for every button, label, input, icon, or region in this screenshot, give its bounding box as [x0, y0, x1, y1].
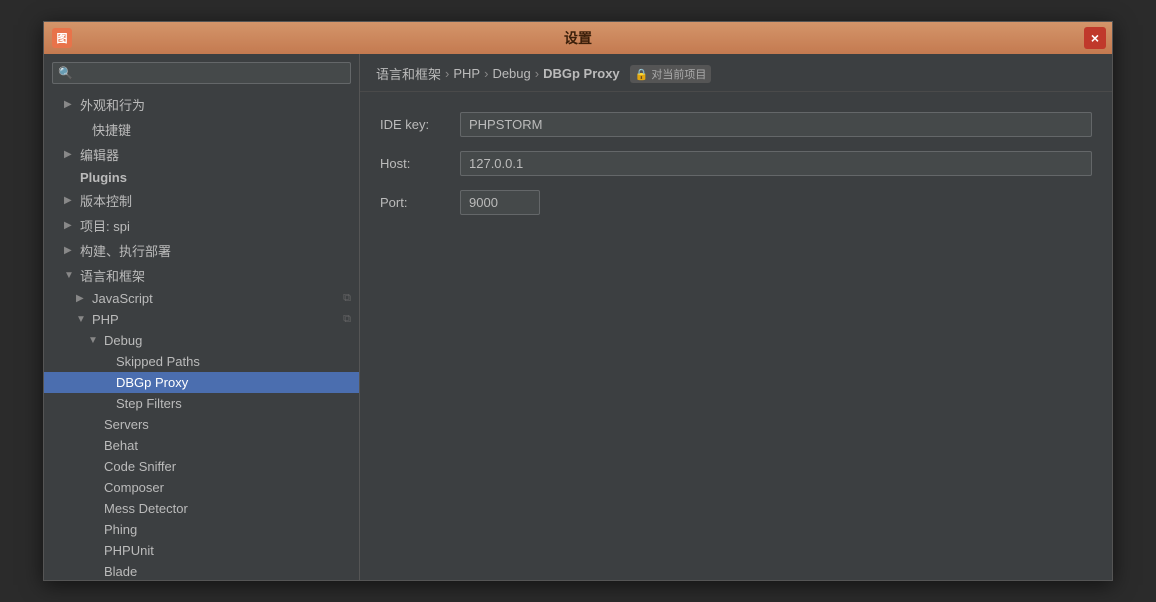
sidebar-item-keymap[interactable]: 快捷键 — [44, 117, 359, 142]
sidebar-item-label: PHPUnit — [104, 543, 351, 558]
sidebar-item-editor[interactable]: ▶ 编辑器 — [44, 142, 359, 167]
close-button[interactable]: × — [1084, 27, 1106, 49]
expand-arrow-project: ▶ — [64, 220, 76, 231]
dialog-title: 设置 — [564, 28, 592, 48]
breadcrumb-tag: 🔒 对当前项目 — [630, 65, 712, 83]
sidebar-item-label: 版本控制 — [80, 191, 351, 210]
sidebar-item-label: Skipped Paths — [116, 354, 351, 369]
title-bar: 图 设置 × — [44, 22, 1112, 54]
sidebar-item-mess-detector[interactable]: Mess Detector — [44, 498, 359, 519]
sidebar-item-build[interactable]: ▶ 构建、执行部署 — [44, 238, 359, 263]
sidebar-item-phing[interactable]: Phing — [44, 519, 359, 540]
copy-icon-php: ⧉ — [343, 313, 351, 326]
sidebar-item-label: PHP — [92, 312, 339, 327]
sidebar-item-label: Behat — [104, 438, 351, 453]
breadcrumb-part-2: PHP — [453, 66, 480, 81]
sidebar-item-php[interactable]: ▼ PHP ⧉ — [44, 309, 359, 330]
sidebar-item-label: DBGp Proxy — [116, 375, 351, 390]
expand-arrow-javascript: ▶ — [76, 293, 88, 304]
right-panel: 语言和框架 › PHP › Debug › DBGp Proxy 🔒 对当前项目… — [360, 54, 1112, 580]
sidebar-item-label: 编辑器 — [80, 145, 351, 164]
form-row-ide-key: IDE key: — [380, 112, 1092, 137]
sidebar-item-debug[interactable]: ▼ Debug — [44, 330, 359, 351]
expand-arrow-debug: ▼ — [88, 335, 100, 346]
sidebar-item-label: 语言和框架 — [80, 266, 351, 285]
sidebar-item-appearance[interactable]: ▶ 外观和行为 — [44, 92, 359, 117]
breadcrumb-sep-1: › — [445, 66, 449, 81]
sidebar-item-label: Phing — [104, 522, 351, 537]
expand-arrow-languages: ▼ — [64, 270, 76, 281]
sidebar-item-plugins[interactable]: Plugins — [44, 167, 359, 188]
breadcrumb: 语言和框架 › PHP › Debug › DBGp Proxy 🔒 对当前项目 — [360, 54, 1112, 92]
sidebar-item-project[interactable]: ▶ 项目: spi — [44, 213, 359, 238]
breadcrumb-part-1: 语言和框架 — [376, 64, 441, 83]
copy-icon: ⧉ — [343, 292, 351, 305]
sidebar-item-label: Composer — [104, 480, 351, 495]
sidebar-item-label: Plugins — [80, 170, 351, 185]
expand-arrow-appearance: ▶ — [64, 99, 76, 110]
search-input[interactable] — [52, 62, 351, 84]
sidebar-item-composer[interactable]: Composer — [44, 477, 359, 498]
search-icon: 🔍 — [58, 66, 73, 80]
sidebar-item-label: 外观和行为 — [80, 95, 351, 114]
sidebar-item-label: Mess Detector — [104, 501, 351, 516]
sidebar-item-label: JavaScript — [92, 291, 339, 306]
port-input[interactable] — [460, 190, 540, 215]
sidebar-item-label: 项目: spi — [80, 216, 351, 235]
app-icon: 图 — [52, 28, 72, 48]
breadcrumb-sep-2: › — [484, 66, 488, 81]
expand-arrow-php: ▼ — [76, 314, 88, 325]
sidebar: 🔍 ▶ 外观和行为 快捷键 ▶ 编辑器 Plugins ▶ — [44, 54, 360, 580]
sidebar-item-label: 快捷键 — [92, 120, 351, 139]
sidebar-item-servers[interactable]: Servers — [44, 414, 359, 435]
expand-arrow-editor: ▶ — [64, 149, 76, 160]
form-row-host: Host: — [380, 151, 1092, 176]
form-label-port: Port: — [380, 195, 460, 210]
sidebar-item-label: 构建、执行部署 — [80, 241, 351, 260]
sidebar-item-dbgp-proxy[interactable]: DBGp Proxy — [44, 372, 359, 393]
sidebar-item-javascript[interactable]: ▶ JavaScript ⧉ — [44, 288, 359, 309]
breadcrumb-part-3: Debug — [492, 66, 530, 81]
form-label-ide-key: IDE key: — [380, 117, 460, 132]
sidebar-item-vcs[interactable]: ▶ 版本控制 — [44, 188, 359, 213]
sidebar-item-languages[interactable]: ▼ 语言和框架 — [44, 263, 359, 288]
expand-arrow-vcs: ▶ — [64, 195, 76, 206]
sidebar-item-code-sniffer[interactable]: Code Sniffer — [44, 456, 359, 477]
sidebar-item-label: Code Sniffer — [104, 459, 351, 474]
sidebar-item-label: Blade — [104, 564, 351, 579]
sidebar-item-phpunit[interactable]: PHPUnit — [44, 540, 359, 561]
form-label-host: Host: — [380, 156, 460, 171]
host-input[interactable] — [460, 151, 1092, 176]
breadcrumb-sep-3: › — [535, 66, 539, 81]
form-area: IDE key: Host: Port: — [360, 92, 1112, 580]
main-content: 🔍 ▶ 外观和行为 快捷键 ▶ 编辑器 Plugins ▶ — [44, 54, 1112, 580]
sidebar-item-blade[interactable]: Blade — [44, 561, 359, 580]
sidebar-item-step-filters[interactable]: Step Filters — [44, 393, 359, 414]
sidebar-item-label: Debug — [104, 333, 351, 348]
sidebar-item-skipped-paths[interactable]: Skipped Paths — [44, 351, 359, 372]
sidebar-item-behat[interactable]: Behat — [44, 435, 359, 456]
expand-arrow-build: ▶ — [64, 245, 76, 256]
sidebar-item-label: Servers — [104, 417, 351, 432]
form-row-port: Port: — [380, 190, 1092, 215]
breadcrumb-part-4: DBGp Proxy — [543, 66, 620, 81]
settings-dialog: 图 设置 × 🔍 ▶ 外观和行为 快捷键 ▶ 编辑器 — [43, 21, 1113, 581]
sidebar-item-label: Step Filters — [116, 396, 351, 411]
ide-key-input[interactable] — [460, 112, 1092, 137]
search-box: 🔍 — [52, 62, 351, 84]
